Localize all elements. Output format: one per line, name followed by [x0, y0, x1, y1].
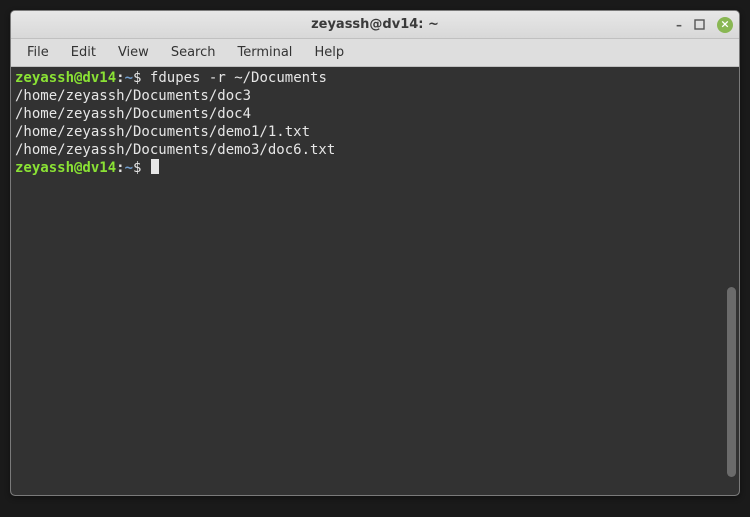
output-line: /home/zeyassh/Documents/doc4: [15, 105, 735, 123]
menubar: File Edit View Search Terminal Help: [11, 39, 739, 67]
command-text: fdupes -r ~/Documents: [150, 70, 327, 86]
output-line: /home/zeyassh/Documents/doc3: [15, 87, 735, 105]
terminal-line: zeyassh@dv14:~$: [15, 159, 735, 177]
menu-view[interactable]: View: [108, 41, 159, 64]
terminal-line: zeyassh@dv14:~$ fdupes -r ~/Documents: [15, 69, 735, 87]
minimize-button[interactable]: –: [676, 19, 682, 31]
window-title: zeyassh@dv14: ~: [311, 17, 439, 32]
terminal-window: zeyassh@dv14: ~ – × File Edit View Searc…: [10, 10, 740, 496]
scrollbar-thumb[interactable]: [727, 287, 736, 477]
command-text: [141, 70, 149, 86]
menu-search[interactable]: Search: [161, 41, 226, 64]
prompt-path: ~: [125, 160, 133, 176]
prompt-userhost: zeyassh@dv14: [15, 70, 116, 86]
cursor: [151, 159, 159, 174]
menu-edit[interactable]: Edit: [61, 41, 106, 64]
menu-file[interactable]: File: [17, 41, 59, 64]
menu-terminal[interactable]: Terminal: [227, 41, 302, 64]
terminal-content[interactable]: zeyassh@dv14:~$ fdupes -r ~/Documents/ho…: [11, 67, 739, 495]
titlebar-buttons: – ×: [676, 11, 733, 38]
output-line: /home/zeyassh/Documents/demo3/doc6.txt: [15, 141, 735, 159]
prompt-colon: :: [116, 160, 124, 176]
output-line: /home/zeyassh/Documents/demo1/1.txt: [15, 123, 735, 141]
maximize-button[interactable]: [694, 19, 705, 30]
close-button[interactable]: ×: [717, 17, 733, 33]
prompt-userhost: zeyassh@dv14: [15, 160, 116, 176]
menu-help[interactable]: Help: [304, 41, 354, 64]
titlebar[interactable]: zeyassh@dv14: ~ – ×: [11, 11, 739, 39]
prompt-path: ~: [125, 70, 133, 86]
terminal-area[interactable]: zeyassh@dv14:~$ fdupes -r ~/Documents/ho…: [11, 67, 739, 495]
prompt-colon: :: [116, 70, 124, 86]
